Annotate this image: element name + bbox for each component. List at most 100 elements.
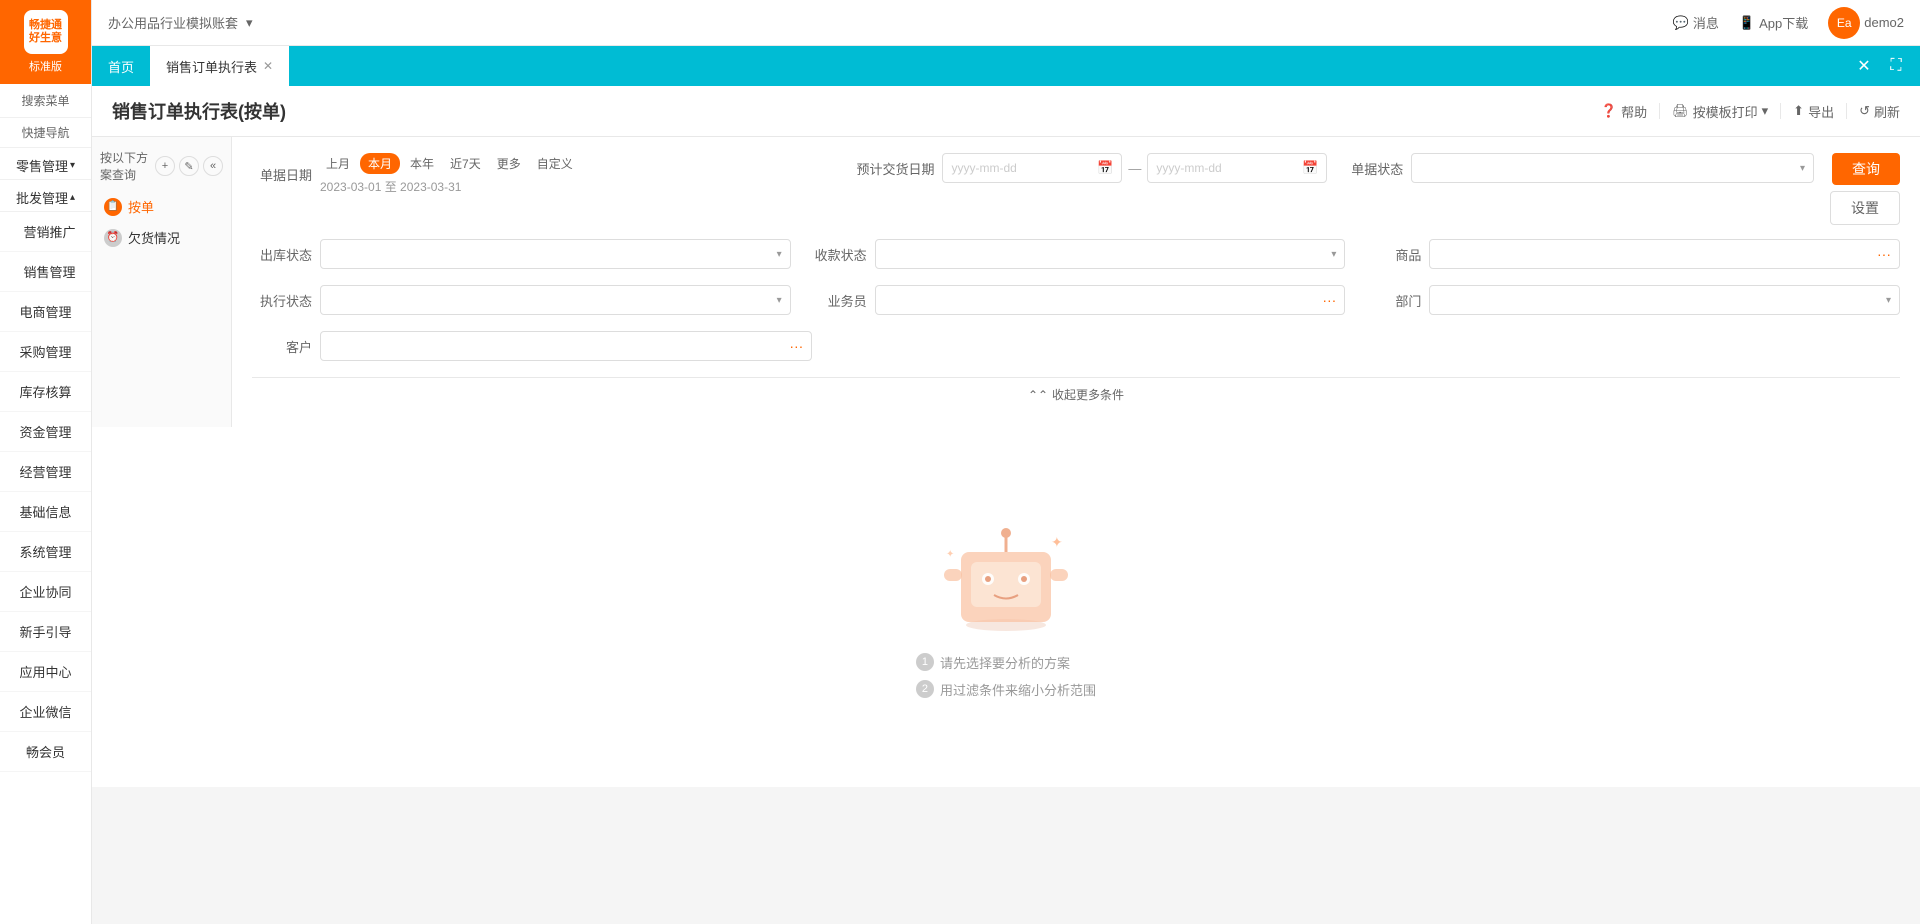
- tab-close-icon[interactable]: ✕: [263, 59, 273, 73]
- divider3: [1846, 103, 1847, 119]
- tab-sales-order-exec[interactable]: 销售订单执行表 ✕: [150, 46, 289, 86]
- sidebar-item-appstore[interactable]: 应用中心: [0, 652, 91, 692]
- order-option-icon: 📋: [104, 198, 122, 216]
- help-button[interactable]: ❓ 帮助: [1601, 102, 1647, 121]
- filter-option-owe-goods[interactable]: ⏰ 欠货情况: [100, 222, 223, 253]
- filter-sidebar: 按以下方案查询 + ✎ « 📋 按单: [92, 137, 232, 427]
- filter-row-3: 执行状态 ▾ 业务员 ··· 部门: [252, 285, 1900, 315]
- sidebar-item-marketing[interactable]: 营销推广: [0, 212, 91, 252]
- shipment-status-label: 出库状态: [252, 245, 312, 264]
- expected-date-end[interactable]: yyyy-mm-dd 📅: [1147, 153, 1327, 183]
- filter-sidebar-actions: + ✎ «: [155, 156, 223, 176]
- sidebar-item-retail[interactable]: 零售管理 ▾: [0, 148, 91, 180]
- owe-goods-option-icon: ⏰: [104, 229, 122, 247]
- edit-icon: ✎: [184, 160, 193, 173]
- sidebar-item-wholesale[interactable]: 批发管理 ▴: [0, 180, 91, 212]
- add-scheme-button[interactable]: +: [155, 156, 175, 176]
- date-tab-last-month[interactable]: 上月: [320, 153, 356, 174]
- message-button[interactable]: 💬 消息: [1673, 13, 1719, 32]
- settings-button[interactable]: 设置: [1830, 191, 1900, 225]
- sidebar-search[interactable]: 搜索菜单: [0, 84, 91, 118]
- calendar-icon: 📅: [1097, 160, 1113, 176]
- sidebar-item-wechat[interactable]: 企业微信: [0, 692, 91, 732]
- date-tab-custom[interactable]: 自定义: [531, 153, 579, 174]
- export-button[interactable]: ⬆ 导出: [1793, 102, 1834, 121]
- message-label: 消息: [1693, 13, 1719, 32]
- sidebar-item-system[interactable]: 系统管理: [0, 532, 91, 572]
- app-download-button[interactable]: 📱 App下载: [1739, 13, 1808, 32]
- date-placeholder1: yyyy-mm-dd: [951, 161, 1016, 175]
- tip-num-2: 2: [916, 680, 934, 698]
- query-button[interactable]: 查询: [1832, 153, 1900, 185]
- divider2: [1780, 103, 1781, 119]
- expected-date-start[interactable]: yyyy-mm-dd 📅: [942, 153, 1122, 183]
- date-tab-last-7days[interactable]: 近7天: [444, 153, 487, 174]
- department-select[interactable]: ▾: [1429, 285, 1900, 315]
- dots-icon: ···: [1877, 246, 1891, 262]
- exec-status-select[interactable]: ▾: [320, 285, 791, 315]
- salesperson-field: 业务员 ···: [807, 285, 1346, 315]
- breadcrumb-dropdown-icon[interactable]: ▾: [246, 15, 253, 31]
- phone-icon: 📱: [1739, 15, 1755, 31]
- filter-option-label: 欠货情况: [128, 228, 180, 247]
- print-button[interactable]: 🖨 按模板打印 ▾: [1672, 102, 1768, 121]
- customer-select[interactable]: ···: [320, 331, 812, 361]
- salesperson-select[interactable]: ···: [875, 285, 1346, 315]
- logo-icon: 畅捷通好生意: [24, 10, 68, 54]
- sidebar-quick-nav[interactable]: 快捷导航: [0, 118, 91, 148]
- header-breadcrumb[interactable]: 办公用品行业模拟账套 ▾: [108, 13, 253, 32]
- collapse-more-bar[interactable]: ⌃⌃ 收起更多条件: [252, 377, 1900, 411]
- avatar-text: Ea: [1837, 16, 1852, 30]
- sidebar-item-enterprise[interactable]: 企业协同: [0, 572, 91, 612]
- salesperson-label: 业务员: [807, 291, 867, 310]
- help-label: 帮助: [1621, 102, 1647, 121]
- svg-text:✦: ✦: [1051, 534, 1063, 550]
- refresh-label: 刷新: [1874, 102, 1900, 121]
- sidebar-item-inventory[interactable]: 库存核算: [0, 372, 91, 412]
- top-header: 办公用品行业模拟账套 ▾ 💬 消息 📱 App下载 Ea demo2: [92, 0, 1920, 46]
- date-tab-current-year[interactable]: 本年: [404, 153, 440, 174]
- tip-num-1: 1: [916, 653, 934, 671]
- doc-status-select[interactable]: ▾: [1411, 153, 1814, 183]
- avatar[interactable]: Ea: [1828, 7, 1860, 39]
- sidebar-item-newguide[interactable]: 新手引导: [0, 612, 91, 652]
- sidebar-item-ecommerce[interactable]: 电商管理: [0, 292, 91, 332]
- print-icon: 🖨: [1672, 103, 1689, 119]
- payment-status-select[interactable]: ▾: [875, 239, 1346, 269]
- tab-close-all-icon[interactable]: ✕: [1852, 54, 1876, 78]
- sidebar-item-operations[interactable]: 经营管理: [0, 452, 91, 492]
- user-name: demo2: [1864, 15, 1904, 30]
- tab-expand-icon[interactable]: ⛶: [1884, 54, 1908, 78]
- date-tab-more[interactable]: 更多: [491, 153, 527, 174]
- empty-svg: ✦ ✦: [926, 507, 1086, 637]
- doc-date-field: 单据日期 上月 本月 本年 近7天 更多 自定义: [252, 153, 840, 195]
- filter-row-4: 客户 ···: [252, 331, 1900, 361]
- shipment-status-select[interactable]: ▾: [320, 239, 791, 269]
- filter-sidebar-header: 按以下方案查询 + ✎ «: [100, 149, 223, 183]
- date-tab-current-month[interactable]: 本月: [360, 153, 400, 174]
- product-select[interactable]: ···: [1429, 239, 1900, 269]
- sidebar-item-member[interactable]: 畅会员: [0, 732, 91, 772]
- chevron-down-icon3: ▾: [1331, 249, 1336, 260]
- sidebar-item-purchase[interactable]: 采购管理: [0, 332, 91, 372]
- edit-scheme-button[interactable]: ✎: [179, 156, 199, 176]
- filter-panel: 按以下方案查询 + ✎ « 📋 按单: [92, 137, 1920, 427]
- tab-home[interactable]: 首页: [92, 46, 150, 86]
- filter-option-by-order[interactable]: 📋 按单: [100, 191, 223, 222]
- sidebar-item-sales[interactable]: 销售管理: [0, 252, 91, 292]
- empty-tip-2: 2 用过滤条件来缩小分析范围: [916, 680, 1096, 699]
- tab-sales-order-label: 销售订单执行表: [166, 57, 257, 76]
- sidebar-item-label: 经营管理: [19, 462, 71, 481]
- collapse-sidebar-button[interactable]: «: [203, 156, 223, 176]
- chevron-down-icon4: ▾: [777, 295, 782, 306]
- sidebar-item-label: 新手引导: [19, 622, 71, 641]
- print-dropdown-icon: ▾: [1762, 103, 1769, 119]
- user-profile[interactable]: Ea demo2: [1828, 7, 1904, 39]
- refresh-button[interactable]: ↺ 刷新: [1859, 102, 1900, 121]
- sidebar-item-basic[interactable]: 基础信息: [0, 492, 91, 532]
- app-logo[interactable]: 畅捷通好生意 标准版: [0, 0, 91, 84]
- print-label: 按模板打印: [1693, 102, 1758, 121]
- expected-date-range: yyyy-mm-dd 📅 — yyyy-mm-dd 📅: [942, 153, 1327, 183]
- sidebar-item-finance[interactable]: 资金管理: [0, 412, 91, 452]
- sidebar-item-label: 企业微信: [19, 702, 71, 721]
